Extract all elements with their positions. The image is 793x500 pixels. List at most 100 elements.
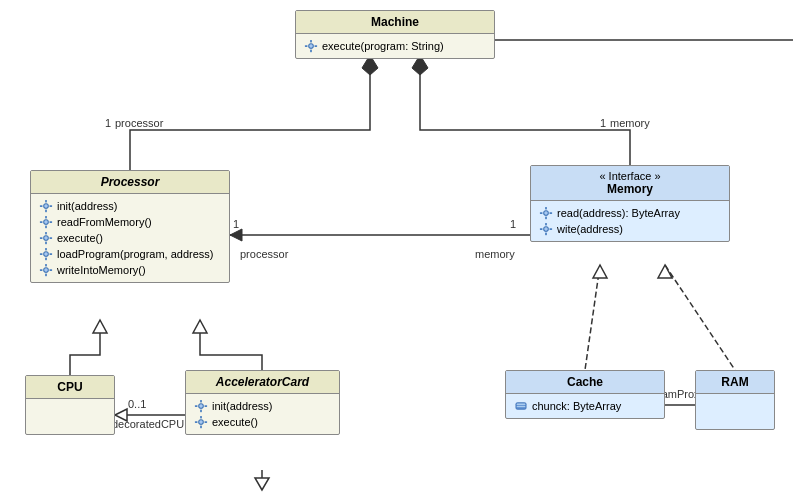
machine-method-0: execute(program: String) (304, 38, 486, 54)
cpu-arrow (115, 409, 127, 421)
processor-method-2: execute() (39, 230, 221, 246)
svg-rect-15 (40, 221, 43, 223)
cache-body: chunck: ByteArray (506, 394, 664, 418)
svg-rect-31 (45, 264, 47, 267)
diagram-container: 1 processor 1 memory 1 processor 1 memor… (0, 0, 793, 500)
machine-method-text-0: execute(program: String) (322, 40, 444, 52)
label-one-memory: 1 (600, 117, 606, 129)
processor-method-3: loadProgram(program, address) (39, 246, 221, 262)
processor-method-4: writeIntoMemory() (39, 262, 221, 278)
svg-rect-62 (517, 406, 526, 407)
db-icon-cache-0 (514, 399, 528, 413)
proc-method-text-3: loadProgram(program, address) (57, 248, 214, 260)
cache-method-0: chunck: ByteArray (514, 398, 656, 414)
svg-rect-27 (40, 253, 43, 255)
svg-rect-55 (200, 416, 202, 419)
svg-point-47 (544, 227, 548, 231)
svg-rect-46 (550, 228, 553, 230)
cache-header: Cache (506, 371, 664, 394)
svg-rect-34 (50, 269, 53, 271)
svg-rect-51 (195, 405, 198, 407)
label-one-processor: 1 (105, 117, 111, 129)
inheritance-triangle-cpu (93, 320, 107, 333)
processor-accelerator-line (200, 320, 262, 370)
memory-stereotype: « Interface » (539, 170, 721, 182)
processor-title: Processor (101, 175, 160, 189)
ram-body (696, 394, 774, 402)
label-zero-one: 0..1 (128, 398, 146, 410)
cpu-title: CPU (57, 380, 82, 394)
accelerator-box: AcceleratorCard init(address) execute() (185, 370, 340, 435)
svg-rect-61 (517, 403, 526, 405)
svg-rect-43 (545, 223, 547, 226)
association-arrow-processor (230, 229, 242, 241)
svg-point-29 (44, 252, 48, 256)
ram-title: RAM (721, 375, 748, 389)
realization-triangle-ram (658, 265, 672, 278)
cpu-body (26, 399, 114, 407)
processor-cpu-line (70, 320, 100, 375)
svg-rect-21 (40, 237, 43, 239)
svg-point-17 (44, 220, 48, 224)
memory-cache-dashed (585, 265, 600, 370)
svg-point-59 (199, 420, 203, 424)
acc-method-text-0: init(address) (212, 400, 273, 412)
memory-header: « Interface » Memory (531, 166, 729, 201)
memory-method-0: read(address): ByteArray (539, 205, 721, 221)
machine-box: Machine execute(program: String) (295, 10, 495, 59)
svg-rect-28 (50, 253, 53, 255)
proc-method-text-1: readFromMemory() (57, 216, 152, 228)
svg-rect-10 (50, 205, 53, 207)
inheritance-triangle-accelerator (193, 320, 207, 333)
machine-header: Machine (296, 11, 494, 34)
machine-title: Machine (371, 15, 419, 29)
machine-body: execute(program: String) (296, 34, 494, 58)
svg-rect-56 (200, 426, 202, 429)
svg-rect-16 (50, 221, 53, 223)
memory-title: Memory (539, 182, 721, 196)
proc-method-text-0: init(address) (57, 200, 118, 212)
accelerator-method-1: execute() (194, 414, 331, 430)
memory-ram-dashed (665, 265, 735, 370)
realization-triangle-cache (593, 265, 607, 278)
processor-box: Processor init(address) readFromMemory() (30, 170, 230, 283)
svg-rect-32 (45, 274, 47, 277)
cache-method-text-0: chunck: ByteArray (532, 400, 621, 412)
acc-method-text-1: execute() (212, 416, 258, 428)
proc-method-text-4: writeIntoMemory() (57, 264, 146, 276)
accelerator-body: init(address) execute() (186, 394, 339, 434)
gear-icon-proc-3 (39, 247, 53, 261)
svg-rect-33 (40, 269, 43, 271)
processor-method-1: readFromMemory() (39, 214, 221, 230)
cache-title: Cache (567, 375, 603, 389)
label-memory: memory (610, 117, 650, 129)
svg-rect-8 (45, 210, 47, 213)
label-assoc-processor: processor (240, 248, 289, 260)
svg-rect-22 (50, 237, 53, 239)
svg-rect-37 (545, 207, 547, 210)
svg-rect-3 (305, 45, 308, 47)
cpu-header: CPU (26, 376, 114, 399)
svg-point-23 (44, 236, 48, 240)
gear-icon-proc-2 (39, 231, 53, 245)
svg-rect-13 (45, 216, 47, 219)
svg-rect-50 (200, 410, 202, 413)
processor-header: Processor (31, 171, 229, 194)
svg-rect-9 (40, 205, 43, 207)
proc-method-text-2: execute() (57, 232, 103, 244)
cache-box: Cache chunck: ByteArray (505, 370, 665, 419)
processor-body: init(address) readFromMemory() execute() (31, 194, 229, 282)
accelerator-title: AcceleratorCard (216, 375, 309, 389)
gear-icon-proc-0 (39, 199, 53, 213)
gear-icon-proc-4 (39, 263, 53, 277)
svg-point-5 (309, 44, 313, 48)
label-decorated-cpu: decoratedCPU (112, 418, 184, 430)
gear-icon-mem-0 (539, 206, 553, 220)
svg-rect-52 (205, 405, 208, 407)
gear-icon-proc-1 (39, 215, 53, 229)
label-assoc-memory: memory (475, 248, 515, 260)
gear-icon-machine-0 (304, 39, 318, 53)
inheritance-bottom-triangle (255, 478, 269, 490)
gear-icon-acc-0 (194, 399, 208, 413)
processor-method-0: init(address) (39, 198, 221, 214)
